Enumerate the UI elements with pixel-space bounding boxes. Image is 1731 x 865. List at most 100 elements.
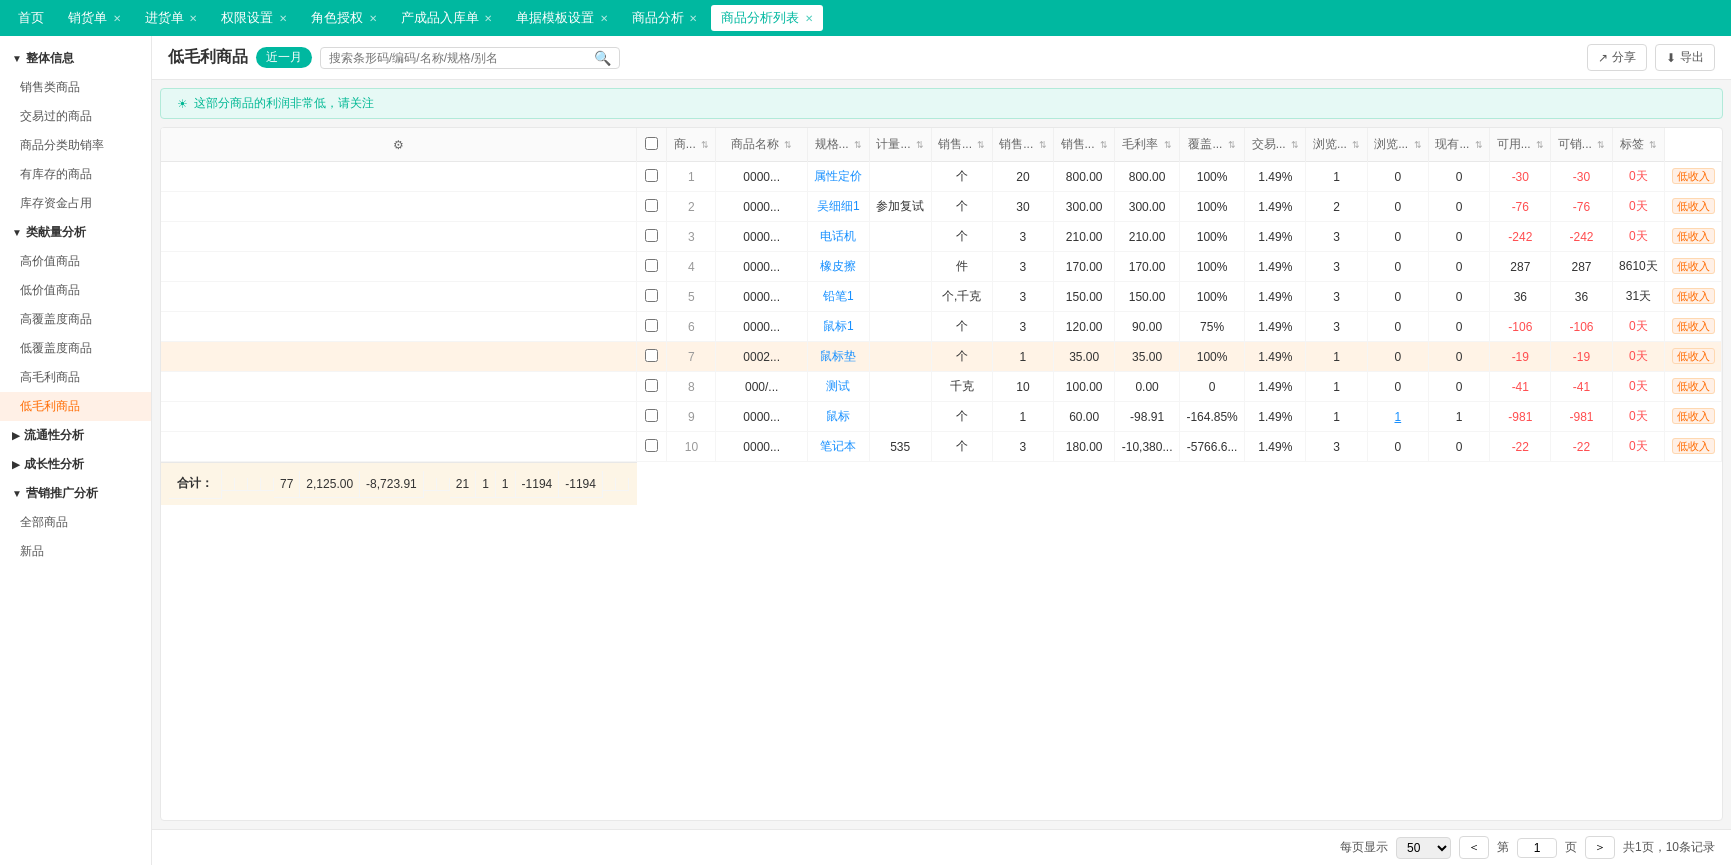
sidebar-item-all-products[interactable]: 全部商品 (0, 508, 151, 537)
cell-checkbox-4[interactable] (637, 282, 667, 312)
cell-browse1-8[interactable]: 1 (1367, 402, 1428, 432)
th-name: 商品名称 ⇅ (716, 128, 807, 162)
cell-checkbox-7[interactable] (637, 372, 667, 402)
cell-spec-8 (869, 402, 931, 432)
cell-unit-2: 个 (931, 222, 992, 252)
row-checkbox-8[interactable] (645, 409, 658, 422)
nav-role[interactable]: 角色授权 ✕ (301, 5, 387, 31)
cell-checkbox-8[interactable] (637, 402, 667, 432)
cell-tag-1: 低收入 (1665, 192, 1722, 222)
sidebar-group-contribution[interactable]: ▼ 类献量分析 (0, 218, 151, 247)
sidebar-item-in-stock[interactable]: 有库存的商品 (0, 160, 151, 189)
cell-browse1-7: 0 (1367, 372, 1428, 402)
next-page-button[interactable]: ＞ (1585, 836, 1615, 859)
nav-analysis-list[interactable]: 商品分析列表 ✕ (711, 5, 823, 31)
search-input[interactable] (329, 51, 594, 65)
sidebar-group-overall[interactable]: ▼ 整体信息 (0, 44, 151, 73)
sidebar-group-circulation[interactable]: ▶ 流通性分析 (0, 421, 151, 450)
th-tag: 标签 ⇅ (1612, 128, 1664, 162)
row-checkbox-7[interactable] (645, 379, 658, 392)
cell-name-4[interactable]: 铅笔1 (807, 282, 869, 312)
cell-sellable-0: 0天 (1612, 162, 1664, 192)
sidebar-item-high-coverage[interactable]: 高覆盖度商品 (0, 305, 151, 334)
nav-home[interactable]: 首页 (8, 5, 54, 31)
select-all-checkbox[interactable] (645, 137, 658, 150)
nav-close-template[interactable]: ✕ (600, 13, 608, 24)
search-icon[interactable]: 🔍 (594, 50, 611, 66)
cell-sales-price-8: 60.00 (1054, 402, 1115, 432)
sidebar-item-high-margin[interactable]: 高毛利商品 (0, 363, 151, 392)
page-number-input[interactable] (1517, 838, 1557, 858)
cell-name-5[interactable]: 鼠标1 (807, 312, 869, 342)
nav-close-permission[interactable]: ✕ (279, 13, 287, 24)
cell-num-7: 8 (667, 372, 716, 402)
sidebar-item-traded[interactable]: 交易过的商品 (0, 102, 151, 131)
export-button[interactable]: ⬇ 导出 (1655, 44, 1715, 71)
cell-checkbox-6[interactable] (637, 342, 667, 372)
row-checkbox-0[interactable] (645, 169, 658, 182)
nav-purchase[interactable]: 进货单 ✕ (135, 5, 208, 31)
cell-settings-6 (161, 342, 637, 372)
cell-checkbox-1[interactable] (637, 192, 667, 222)
nav-permission[interactable]: 权限设置 ✕ (211, 5, 297, 31)
sidebar-item-low-margin[interactable]: 低毛利商品 (0, 392, 151, 421)
cell-available-1: -76 (1551, 192, 1612, 222)
cell-settings-5 (161, 312, 637, 342)
row-checkbox-9[interactable] (645, 439, 658, 452)
row-checkbox-2[interactable] (645, 229, 658, 242)
nav-analysis[interactable]: 商品分析 ✕ (622, 5, 708, 31)
nav-close-sales[interactable]: ✕ (113, 13, 121, 24)
cell-name-6[interactable]: 鼠标垫 (807, 342, 869, 372)
sidebar-group-growth[interactable]: ▶ 成长性分析 (0, 450, 151, 479)
cell-checkbox-5[interactable] (637, 312, 667, 342)
cell-gross-rate-7: 0 (1179, 372, 1244, 402)
share-button[interactable]: ↗ 分享 (1587, 44, 1647, 71)
footer-sales-qty: 77 (274, 471, 300, 498)
page-info: 共1页，10条记录 (1623, 839, 1715, 856)
sidebar-item-low-value[interactable]: 低价值商品 (0, 276, 151, 305)
nav-template[interactable]: 单据模板设置 ✕ (506, 5, 618, 31)
row-checkbox-3[interactable] (645, 259, 658, 272)
nav-close-analysis-list[interactable]: ✕ (805, 13, 813, 24)
sidebar-item-low-coverage[interactable]: 低覆盖度商品 (0, 334, 151, 363)
cell-name-8[interactable]: 鼠标 (807, 402, 869, 432)
row-checkbox-1[interactable] (645, 199, 658, 212)
cell-checkbox-3[interactable] (637, 252, 667, 282)
nav-product-entry[interactable]: 产成品入库单 ✕ (391, 5, 503, 31)
sidebar-item-new-products[interactable]: 新品 (0, 537, 151, 566)
cell-name-3[interactable]: 橡皮擦 (807, 252, 869, 282)
cell-name-2[interactable]: 电话机 (807, 222, 869, 252)
cell-tag-6: 低收入 (1665, 342, 1722, 372)
nav-close-analysis[interactable]: ✕ (689, 13, 697, 24)
cell-checkbox-9[interactable] (637, 432, 667, 462)
th-settings[interactable]: ⚙ (161, 128, 637, 162)
sidebar-item-high-value[interactable]: 高价值商品 (0, 247, 151, 276)
cell-coverage-9: 1.49% (1245, 432, 1306, 462)
sidebar-group-marketing[interactable]: ▼ 营销推广分析 (0, 479, 151, 508)
cell-name-1[interactable]: 吴细细1 (807, 192, 869, 222)
sidebar-item-stock-funds[interactable]: 库存资金占用 (0, 189, 151, 218)
header-actions: ↗ 分享 ⬇ 导出 (1587, 44, 1715, 71)
sidebar-item-category-rate[interactable]: 商品分类助销率 (0, 131, 151, 160)
settings-icon[interactable]: ⚙ (393, 138, 404, 152)
nav-sales[interactable]: 销货单 ✕ (58, 5, 131, 31)
prev-page-button[interactable]: ＜ (1459, 836, 1489, 859)
page-size-select[interactable]: 50 100 200 (1396, 837, 1451, 859)
row-checkbox-4[interactable] (645, 289, 658, 302)
cell-name-7[interactable]: 测试 (807, 372, 869, 402)
row-checkbox-6[interactable] (645, 349, 658, 362)
cell-spec-9: 535 (869, 432, 931, 462)
footer-browse2: 1 (496, 471, 516, 498)
cell-checkbox-0[interactable] (637, 162, 667, 192)
cell-name-0[interactable]: 属性定价 (807, 162, 869, 192)
cell-name-9[interactable]: 笔记本 (807, 432, 869, 462)
footer-empty-unit (261, 478, 274, 491)
nav-close-purchase[interactable]: ✕ (189, 13, 197, 24)
cell-sales-amount-0: 800.00 (1115, 162, 1180, 192)
nav-close-role[interactable]: ✕ (369, 13, 377, 24)
row-checkbox-5[interactable] (645, 319, 658, 332)
nav-close-product-entry[interactable]: ✕ (484, 13, 492, 24)
cell-checkbox-2[interactable] (637, 222, 667, 252)
filter-recent-month-button[interactable]: 近一月 (256, 47, 312, 68)
sidebar-item-sales-products[interactable]: 销售类商品 (0, 73, 151, 102)
